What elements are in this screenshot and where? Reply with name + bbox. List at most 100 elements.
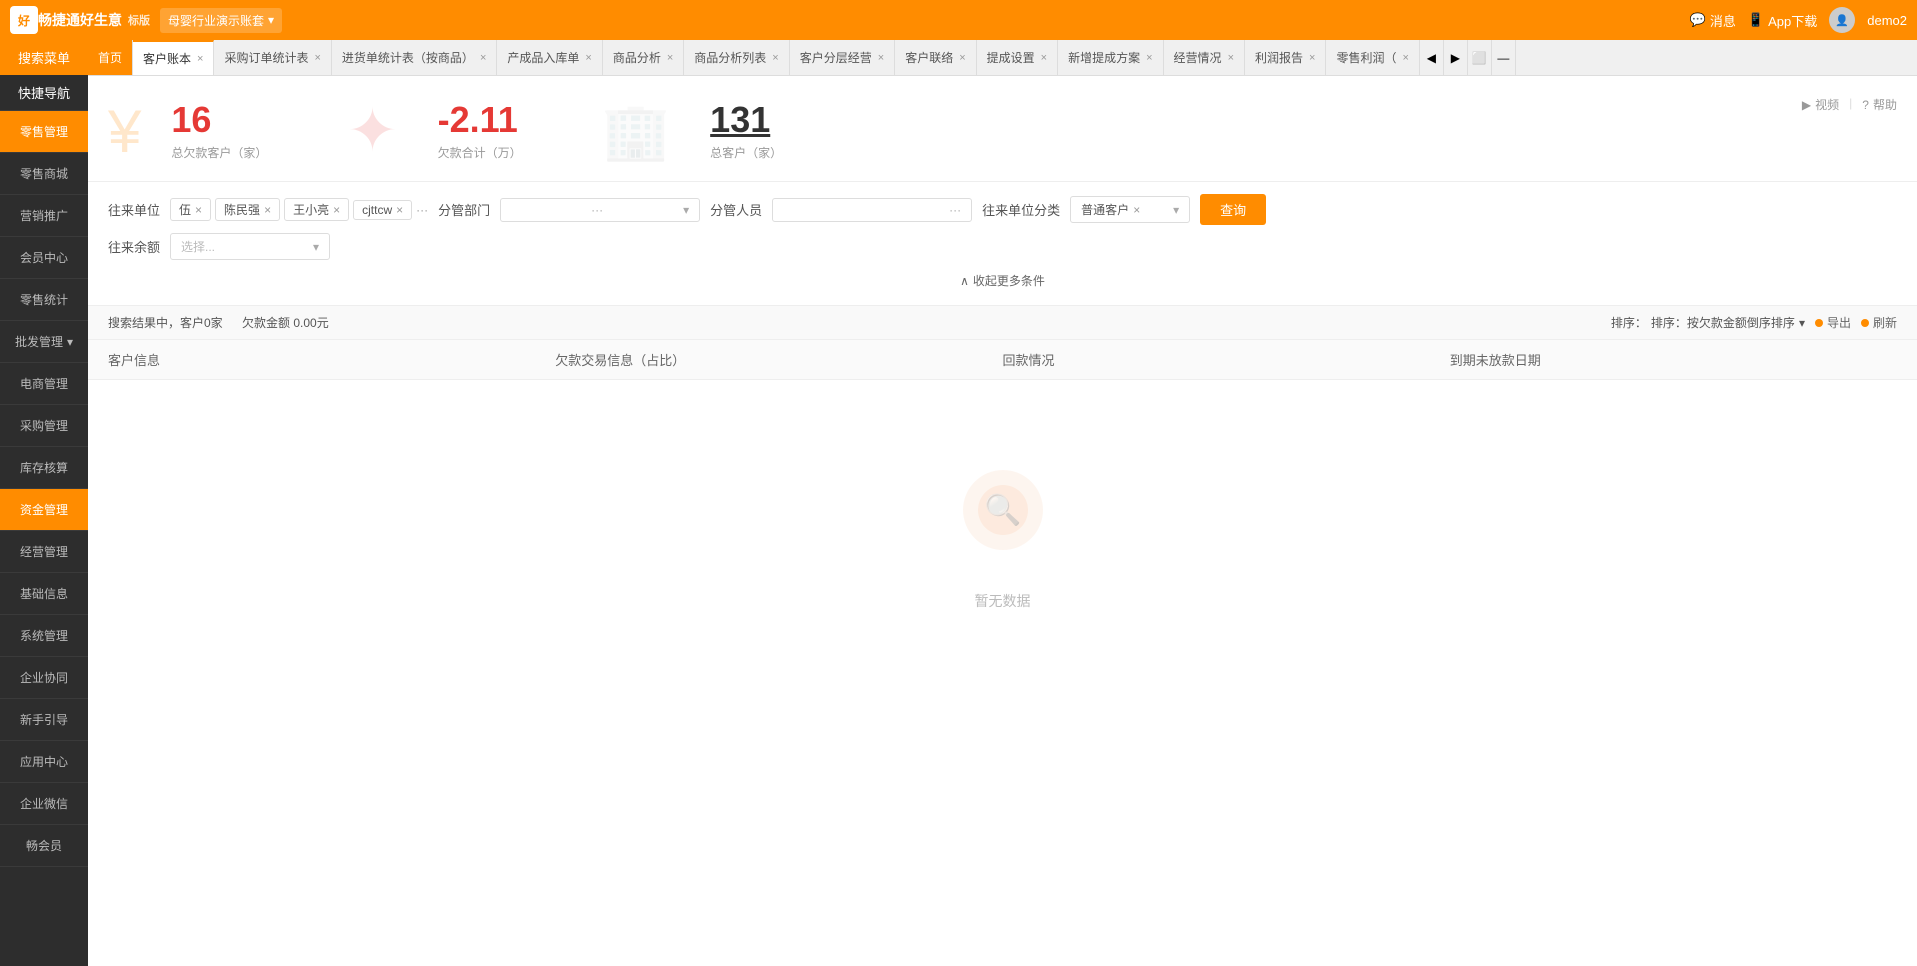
video-btn[interactable]: ▶ 视频	[1802, 96, 1839, 113]
stats-section: ¥ 16 总欠款客户（家） ✦ -2.11 欠款合计（万） 🏢 131	[88, 76, 1917, 182]
search-results-text: 搜索结果中，客户0家 欠款金额 0.00元	[108, 314, 329, 331]
col-due-date: 到期未放款日期	[1450, 350, 1897, 369]
tab-close-purchase[interactable]: ×	[314, 52, 320, 64]
top-bar: 好 畅捷通好生意 标版 母婴行业演示账套 ▾ 💬 消息 📱 App下载 👤 de…	[0, 0, 1917, 40]
sidebar-item-wechat[interactable]: 企业微信	[0, 783, 88, 825]
balance-select[interactable]: 选择... ▾	[170, 233, 330, 260]
tab-new-promotion[interactable]: 新增提成方案 ×	[1058, 40, 1163, 76]
tab-close-produce[interactable]: ×	[585, 52, 591, 64]
empty-icon: 🔍	[953, 460, 1053, 579]
tab-promotion-settings[interactable]: 提成设置 ×	[977, 40, 1058, 76]
tab-business-status[interactable]: 经营情况 ×	[1164, 40, 1245, 76]
tab-minimize[interactable]: —	[1492, 40, 1516, 76]
filter-section: 往来单位 伍 × 陈民强 × 王小亮	[88, 182, 1917, 306]
sidebar-item-purchase-mgmt[interactable]: 采购管理	[0, 405, 88, 447]
debt-amount-value: -2.11	[438, 102, 518, 138]
tab-maximize[interactable]: ⬜	[1468, 40, 1492, 76]
svg-text:🔍: 🔍	[984, 490, 1021, 527]
tab-goods-analysis-list[interactable]: 商品分析列表 ×	[684, 40, 789, 76]
sidebar-item-base-info[interactable]: 基础信息	[0, 573, 88, 615]
sidebar-item-retail-mgmt[interactable]: 零售管理	[0, 111, 88, 153]
results-bar: 搜索结果中，客户0家 欠款金额 0.00元 排序： 排序：按欠款金额倒序排序 ▾…	[88, 306, 1917, 340]
sidebar-item-retail-stats[interactable]: 零售统计	[0, 279, 88, 321]
tab-customer-segment[interactable]: 客户分层经营 ×	[790, 40, 895, 76]
tab-close-segment[interactable]: ×	[878, 52, 884, 64]
avatar[interactable]: 👤	[1829, 7, 1855, 33]
main-content: ¥ 16 总欠款客户（家） ✦ -2.11 欠款合计（万） 🏢 131	[88, 76, 1917, 966]
tab-nav-next[interactable]: ▶	[1444, 40, 1468, 76]
filter-tag-chen[interactable]: 陈民强 ×	[215, 198, 280, 221]
dept-filter-label: 分管部门	[438, 200, 490, 219]
tab-close-goods[interactable]: ×	[667, 52, 673, 64]
refresh-dot-icon	[1861, 319, 1869, 327]
tab-nav-prev[interactable]: ◀	[1420, 40, 1444, 76]
table-header: 客户信息 欠款交易信息（占比） 回款情况 到期未放款日期	[88, 340, 1917, 380]
stat-block-total-customers: 131 总客户（家）	[690, 102, 842, 161]
question-icon: ?	[1862, 98, 1869, 112]
filter-tag-wang[interactable]: 王小亮 ×	[284, 198, 349, 221]
collapse-btn[interactable]: ∧ 收起更多条件	[108, 268, 1897, 293]
sidebar-item-inventory[interactable]: 库存核算	[0, 447, 88, 489]
export-btn[interactable]: 导出	[1815, 314, 1851, 331]
help-btn[interactable]: ? 帮助	[1862, 96, 1897, 113]
sidebar-item-app-center[interactable]: 应用中心	[0, 741, 88, 783]
stat-block-debt-amount: -2.11 欠款合计（万）	[418, 102, 582, 161]
help-btns: ▶ 视频 | ? 帮助	[1802, 96, 1897, 113]
tab-close-goods-list[interactable]: ×	[772, 52, 778, 64]
tab-home[interactable]: 首页	[88, 40, 133, 76]
query-button[interactable]: 查询	[1200, 194, 1266, 225]
filter-tag-cjttcw[interactable]: cjttcw ×	[353, 200, 412, 220]
sidebar-search[interactable]: 搜索菜单	[0, 40, 88, 75]
tab-close-new-promo[interactable]: ×	[1146, 52, 1152, 64]
tab-accounts[interactable]: 客户账本 ×	[133, 40, 214, 76]
tab-close-profit[interactable]: ×	[1309, 52, 1315, 64]
tab-close-accounts[interactable]: ×	[197, 53, 203, 65]
tab-close-instock[interactable]: ×	[480, 52, 486, 64]
filter-tag-wang-close[interactable]: ×	[333, 203, 340, 217]
category-select[interactable]: 普通客户 × ▾	[1070, 196, 1190, 223]
sort-select[interactable]: 排序： 排序：按欠款金额倒序排序 ▾	[1611, 314, 1805, 331]
person-select[interactable]: ···	[772, 198, 972, 222]
tab-profit-report[interactable]: 利润报告 ×	[1245, 40, 1326, 76]
filter-tag-cjttcw-close[interactable]: ×	[396, 203, 403, 217]
sidebar-item-operations[interactable]: 经营管理	[0, 531, 88, 573]
sidebar-item-ecommerce[interactable]: 电商管理	[0, 363, 88, 405]
tab-instock-stats[interactable]: 进货单统计表（按商品） ×	[332, 40, 497, 76]
export-dot-icon	[1815, 319, 1823, 327]
tab-close-biz[interactable]: ×	[1228, 52, 1234, 64]
sidebar-item-sys-mgmt[interactable]: 系统管理	[0, 615, 88, 657]
filter-more-btn[interactable]: ···	[416, 203, 428, 217]
sidebar-item-member[interactable]: 会员中心	[0, 237, 88, 279]
chevron-up-icon: ∧	[960, 274, 969, 288]
tab-customer-contact[interactable]: 客户联络 ×	[895, 40, 976, 76]
sidebar-item-new-guide[interactable]: 新手引导	[0, 699, 88, 741]
category-tag[interactable]: 普通客户 ×	[1081, 201, 1140, 218]
sidebar-item-finance[interactable]: 资金管理	[0, 489, 88, 531]
tab-retail-profit[interactable]: 零售利润（ ×	[1326, 40, 1419, 76]
category-tag-close[interactable]: ×	[1133, 203, 1140, 217]
dept-select[interactable]: ··· ▾	[500, 198, 700, 222]
sidebar-item-wholesale-mgmt[interactable]: 批发管理 ▾	[0, 321, 88, 363]
filter-tag-chen-close[interactable]: ×	[264, 203, 271, 217]
app-title: 畅捷通好生意 标版	[38, 10, 150, 30]
sidebar-item-retail-mall[interactable]: 零售商城	[0, 153, 88, 195]
filter-tag-wu[interactable]: 伍 ×	[170, 198, 211, 221]
sort-dropdown-icon: ▾	[1799, 316, 1805, 330]
tab-produce-instock[interactable]: 产成品入库单 ×	[497, 40, 602, 76]
sidebar-item-enterprise[interactable]: 企业协同	[0, 657, 88, 699]
tab-close-contact[interactable]: ×	[959, 52, 965, 64]
message-btn[interactable]: 💬 消息	[1690, 11, 1736, 30]
tab-close-promotion[interactable]: ×	[1041, 52, 1047, 64]
app-download-btn[interactable]: 📱 App下载	[1748, 11, 1817, 30]
refresh-btn[interactable]: 刷新	[1861, 314, 1897, 331]
sidebar-quick-nav[interactable]: 快捷导航	[0, 75, 88, 111]
company-select[interactable]: 母婴行业演示账套 ▾	[160, 8, 282, 33]
tab-goods-analysis[interactable]: 商品分析 ×	[603, 40, 684, 76]
filter-tag-wu-close[interactable]: ×	[195, 203, 202, 217]
tab-purchase-orders[interactable]: 采购订单统计表 ×	[214, 40, 331, 76]
stat-block-debt-customers: 16 总欠款客户（家）	[151, 102, 327, 161]
total-debt-value: 16	[171, 102, 211, 138]
sidebar-item-marketing[interactable]: 营销推广	[0, 195, 88, 237]
tab-close-retail[interactable]: ×	[1402, 52, 1408, 64]
sidebar-item-vip[interactable]: 畅会员	[0, 825, 88, 867]
